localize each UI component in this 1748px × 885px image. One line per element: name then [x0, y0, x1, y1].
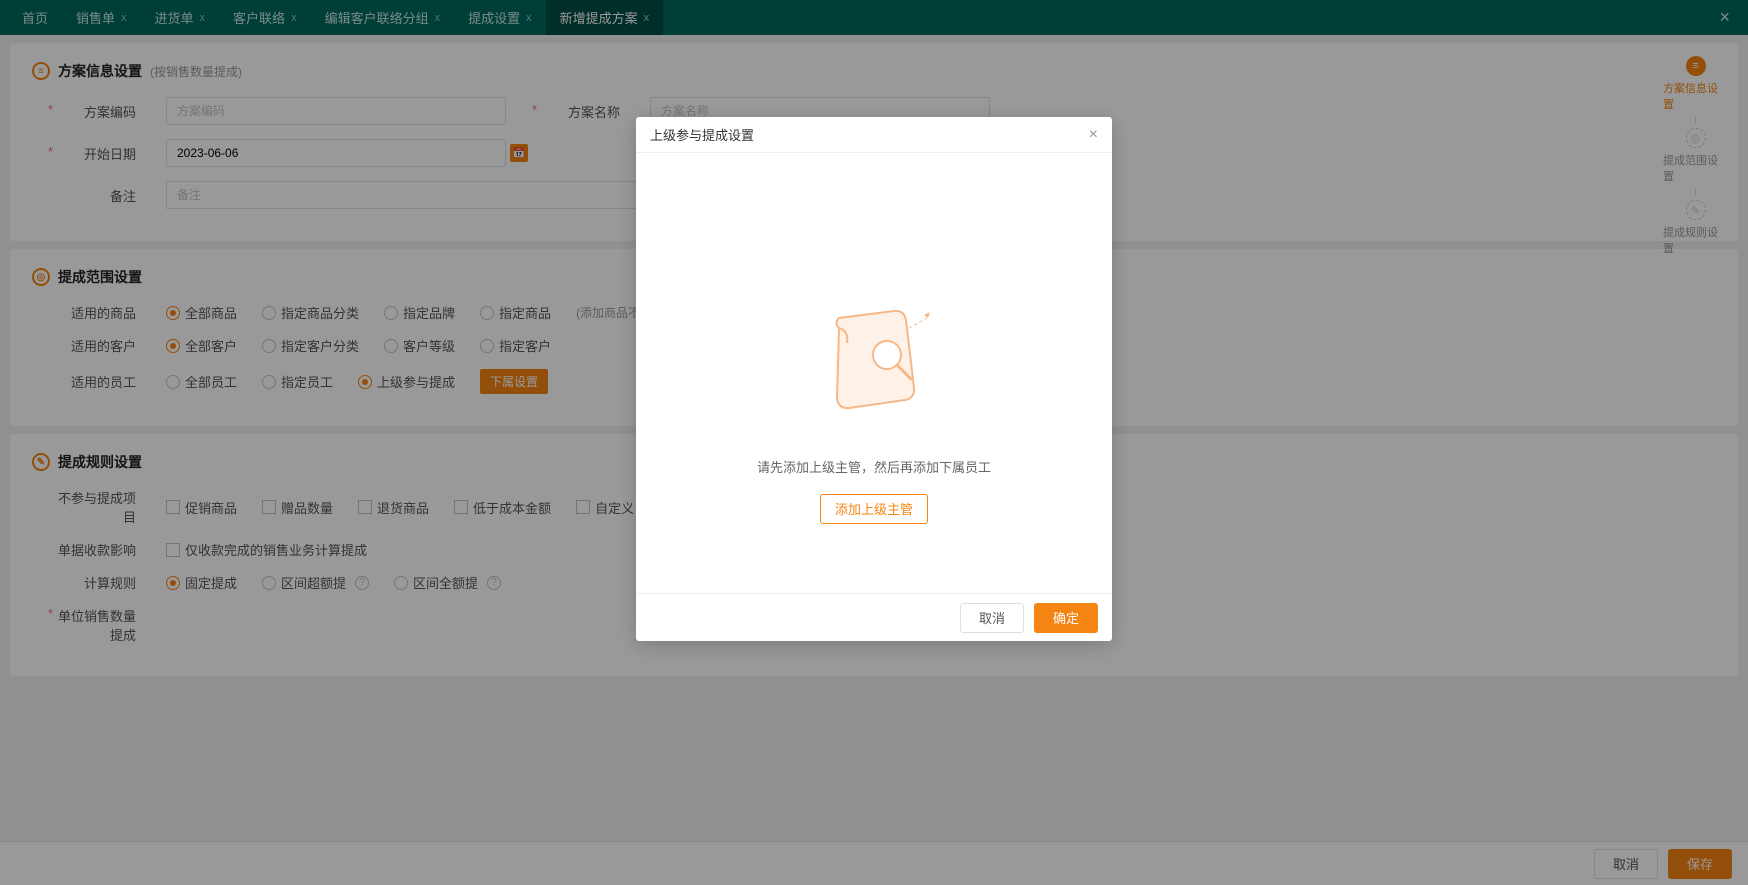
superior-settings-dialog: 上级参与提成设置 × 请先添加上级主管，然后再添加下属员工 添加上级主管 取消 … — [636, 117, 1112, 641]
dialog-cancel-button[interactable]: 取消 — [960, 603, 1024, 633]
dialog-ok-button[interactable]: 确定 — [1034, 603, 1098, 633]
dialog-close-icon[interactable]: × — [1089, 126, 1098, 144]
dialog-message: 请先添加上级主管，然后再添加下属员工 — [757, 457, 991, 476]
dialog-title: 上级参与提成设置 — [650, 125, 754, 144]
add-superior-button[interactable]: 添加上级主管 — [820, 494, 928, 524]
empty-illustration-icon — [809, 293, 939, 433]
